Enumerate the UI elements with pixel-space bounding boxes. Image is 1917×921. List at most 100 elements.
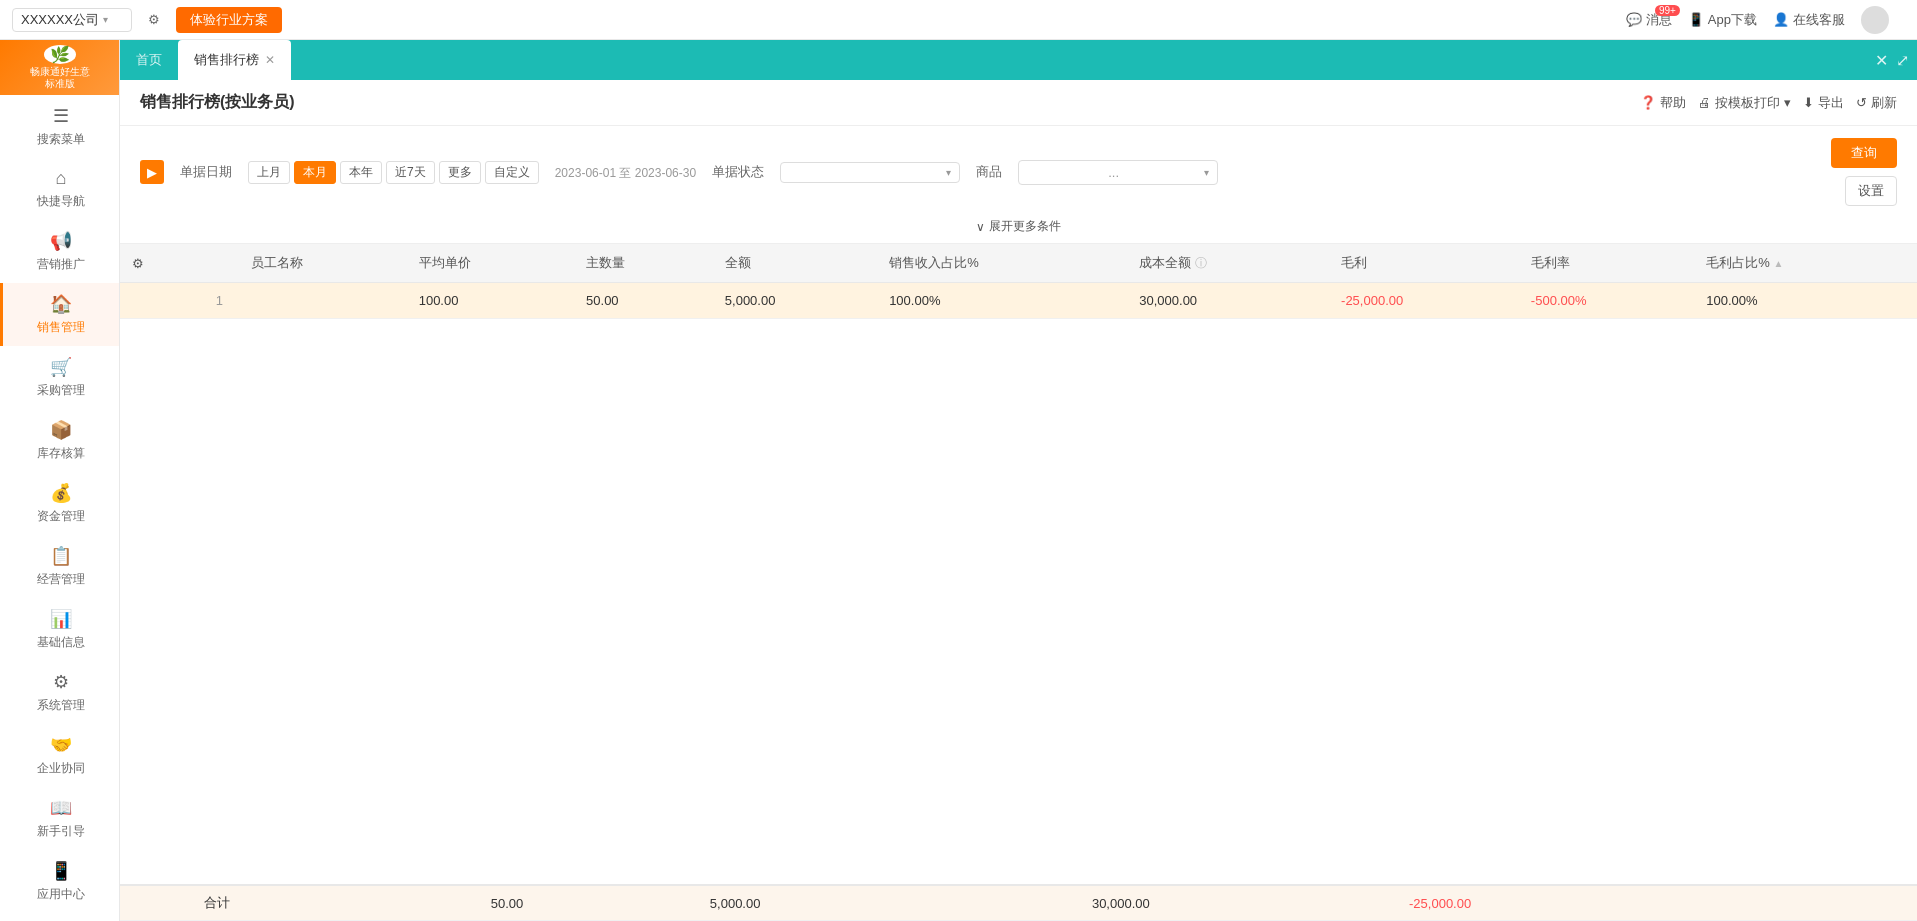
sidebar-item-app-center[interactable]: 📱 应用中心 xyxy=(0,850,119,913)
sidebar-label-quick-nav: 快捷导航 xyxy=(37,193,85,210)
profit-pct-sort-icon: ▲ xyxy=(1773,258,1783,269)
message-button[interactable]: 💬 消息 99+ xyxy=(1626,11,1672,29)
app-icon: 📱 xyxy=(1688,12,1704,27)
col-qty: 主数量 xyxy=(574,244,713,283)
enterprise-icon: 🤝 xyxy=(50,734,72,756)
sidebar-item-marketing[interactable]: 📢 营销推广 xyxy=(0,220,119,283)
content-area: 首页 销售排行榜 ✕ ✕ ⤢ 销售排行榜(按业务员) ❓ 帮助 xyxy=(120,40,1917,921)
export-icon: ⬇ xyxy=(1803,95,1814,110)
online-service-button[interactable]: 👤 在线客服 xyxy=(1773,11,1845,29)
logo-icon: 🌿 xyxy=(44,45,76,64)
date-btn-last-month[interactable]: 上月 xyxy=(248,161,290,184)
export-label: 导出 xyxy=(1818,94,1844,112)
row-sales-pct: 100.00% xyxy=(877,283,1127,319)
app-download-button[interactable]: 📱 App下载 xyxy=(1688,11,1757,29)
footer-avg-price xyxy=(386,886,479,921)
page-title: 销售排行榜(按业务员) xyxy=(140,92,295,113)
date-btn-more[interactable]: 更多 xyxy=(439,161,481,184)
table-row: 1 100.00 50.00 5,000.00 100.00% 30,000.0… xyxy=(120,283,1917,319)
col-rank xyxy=(199,244,239,283)
sidebar-item-quick-nav[interactable]: ⌂ 快捷导航 xyxy=(0,158,119,220)
expand-label: 展开更多条件 xyxy=(989,218,1061,235)
filter-right-actions: 查询 设置 xyxy=(1831,138,1897,206)
sidebar-label-basic-info: 基础信息 xyxy=(37,634,85,651)
guide-icon: 📖 xyxy=(50,797,72,819)
col-settings[interactable]: ⚙ xyxy=(120,244,199,283)
footer-profit: -25,000.00 xyxy=(1397,886,1731,921)
expand-chevron-icon: ∨ xyxy=(976,220,985,234)
help-icon: ❓ xyxy=(1640,95,1656,110)
sidebar-item-guide[interactable]: 📖 新手引导 xyxy=(0,787,119,850)
search-order-icon: ☰ xyxy=(53,105,69,127)
date-btn-custom[interactable]: 自定义 xyxy=(485,161,539,184)
sidebar-item-operations[interactable]: 📋 经营管理 xyxy=(0,535,119,598)
page-header: 销售排行榜(按业务员) ❓ 帮助 🖨 按模板打印 ▾ ⬇ 导出 xyxy=(120,80,1917,126)
row-cost: 30,000.00 xyxy=(1127,283,1329,319)
date-btn-this-month[interactable]: 本月 xyxy=(294,161,336,184)
tab-close-all-icon[interactable]: ✕ xyxy=(1875,51,1888,70)
sidebar-label-guide: 新手引导 xyxy=(37,823,85,840)
settings-button[interactable]: 设置 xyxy=(1845,176,1897,206)
page-content: 销售排行榜(按业务员) ❓ 帮助 🖨 按模板打印 ▾ ⬇ 导出 xyxy=(120,80,1917,921)
sidebar-item-inventory[interactable]: 📦 库存核算 xyxy=(0,409,119,472)
date-btn-7days[interactable]: 近7天 xyxy=(386,161,435,184)
footer-settings-col xyxy=(120,886,152,921)
sidebar-label-marketing: 营销推广 xyxy=(37,256,85,273)
sidebar-item-search-order[interactable]: ☰ 搜索菜单 xyxy=(0,95,119,158)
help-label: 帮助 xyxy=(1660,94,1686,112)
template-print-label: 按模板打印 xyxy=(1715,94,1780,112)
company-chevron-icon: ▾ xyxy=(103,14,108,25)
status-select-arrow-icon: ▾ xyxy=(946,167,951,178)
date-btn-this-year[interactable]: 本年 xyxy=(340,161,382,184)
company-selector[interactable]: XXXXXX公司 ▾ xyxy=(12,8,132,32)
trial-button[interactable]: 体验行业方案 xyxy=(176,7,282,33)
sales-icon: 🏠 xyxy=(50,293,72,315)
goods-select[interactable]: ... ▾ xyxy=(1018,160,1218,185)
sidebar-item-wechat[interactable]: 💬 企业微信 xyxy=(0,913,119,921)
app-center-icon: 📱 xyxy=(50,860,72,882)
gear-icon: ⚙ xyxy=(148,12,160,27)
help-button[interactable]: ❓ 帮助 xyxy=(1640,94,1686,112)
sidebar-label-inventory: 库存核算 xyxy=(37,445,85,462)
row-amount: 5,000.00 xyxy=(713,283,877,319)
row-employee xyxy=(239,283,406,319)
query-button[interactable]: 查询 xyxy=(1831,138,1897,168)
sidebar-item-finance[interactable]: 💰 资金管理 xyxy=(0,472,119,535)
table-footer: 合计 50.00 5,000.00 30,000.00 -25,000.00 xyxy=(120,884,1917,921)
row-profit-pct: 100.00% xyxy=(1694,283,1917,319)
status-select[interactable]: ▾ xyxy=(780,162,960,183)
expand-more-row[interactable]: ∨ 展开更多条件 xyxy=(140,214,1897,239)
sidebar-label-purchase: 采购管理 xyxy=(37,382,85,399)
filter-row-main: ▶ 单据日期 上月 本月 本年 近7天 更多 自定义 2023-06-01 至 … xyxy=(140,138,1897,206)
cost-info-icon[interactable]: ⓘ xyxy=(1195,256,1207,270)
col-cost: 成本全额 ⓘ xyxy=(1127,244,1329,283)
sidebar-item-basic-info[interactable]: 📊 基础信息 xyxy=(0,598,119,661)
app-download-label: App下载 xyxy=(1708,11,1757,29)
col-profit-pct[interactable]: 毛利占比% ▲ xyxy=(1694,244,1917,283)
tab-sales-rank[interactable]: 销售排行榜 ✕ xyxy=(178,40,291,80)
refresh-button[interactable]: ↺ 刷新 xyxy=(1856,94,1897,112)
quick-nav-icon: ⌂ xyxy=(56,168,67,189)
date-filter-label: 单据日期 xyxy=(180,163,232,181)
tab-expand-icon[interactable]: ⤢ xyxy=(1896,51,1909,70)
top-bar: XXXXXX公司 ▾ ⚙ 体验行业方案 💬 消息 99+ 📱 App下载 👤 在… xyxy=(0,0,1917,40)
row-settings-col xyxy=(120,283,199,319)
footer-cost: 30,000.00 xyxy=(1080,886,1397,921)
finance-icon: 💰 xyxy=(50,482,72,504)
topbar-settings-button[interactable]: ⚙ xyxy=(140,6,168,34)
col-employee: 员工名称 xyxy=(239,244,406,283)
sidebar-item-system[interactable]: ⚙ 系统管理 xyxy=(0,661,119,724)
footer-profit-rate xyxy=(1731,886,1824,921)
ellipsis-btn[interactable]: ... xyxy=(1108,165,1119,180)
sidebar-item-sales[interactable]: 🏠 销售管理 xyxy=(0,283,119,346)
tab-home[interactable]: 首页 xyxy=(120,40,178,80)
sidebar-item-enterprise[interactable]: 🤝 企业协同 xyxy=(0,724,119,787)
export-button[interactable]: ⬇ 导出 xyxy=(1803,94,1844,112)
template-print-button[interactable]: 🖨 按模板打印 ▾ xyxy=(1698,94,1791,112)
avatar[interactable] xyxy=(1861,6,1889,34)
sidebar-item-purchase[interactable]: 🛒 采购管理 xyxy=(0,346,119,409)
filter-toggle-button[interactable]: ▶ xyxy=(140,160,164,184)
row-avg-price: 100.00 xyxy=(407,283,574,319)
sidebar-label-system: 系统管理 xyxy=(37,697,85,714)
tab-close-icon[interactable]: ✕ xyxy=(265,53,275,67)
